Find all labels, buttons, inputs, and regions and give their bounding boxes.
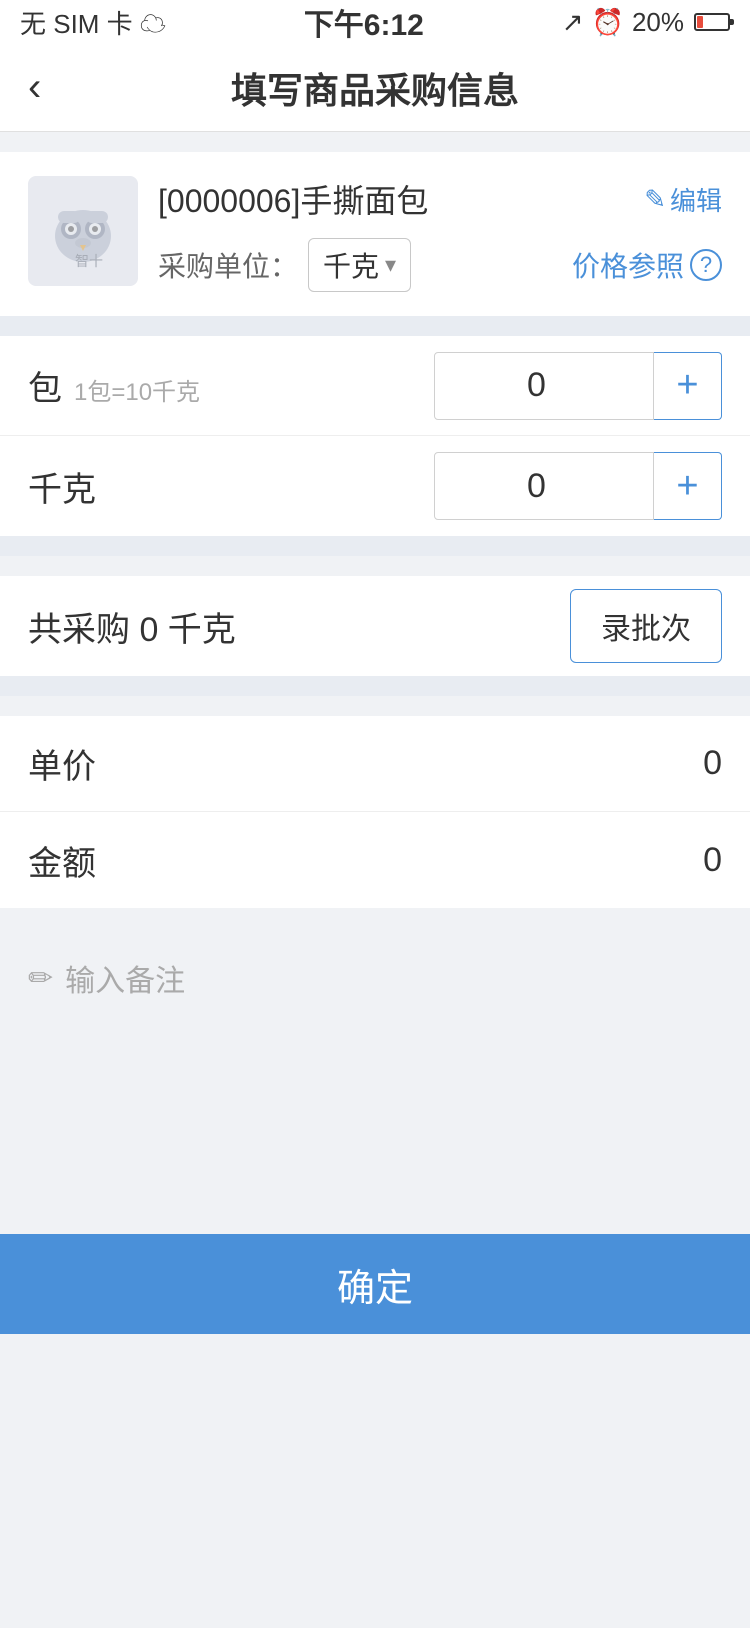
status-left: 无 SIM 卡 ☁ xyxy=(20,4,166,41)
unit-price-label: 单价 xyxy=(28,739,96,788)
edit-icon: ✎ xyxy=(644,184,666,215)
kg-input-control: + xyxy=(434,452,722,520)
amount-label: 金额 xyxy=(28,836,96,885)
notes-section[interactable]: ✏ 输入备注 xyxy=(0,928,750,1028)
nav-bar: ‹ 填写商品采购信息 xyxy=(0,44,750,132)
total-section: 共采购 0 千克 录批次 xyxy=(0,576,750,676)
product-info: [0000006]手撕面包 ✎ 编辑 采购单位： 千克 ▾ 价格参照 ? xyxy=(158,176,722,292)
price-ref-link[interactable]: 价格参照 ? xyxy=(572,245,722,285)
total-row: 共采购 0 千克 录批次 xyxy=(0,576,750,676)
divider-1 xyxy=(0,316,750,336)
kg-qty-input[interactable] xyxy=(434,452,654,520)
svg-text:智十: 智十 xyxy=(75,253,103,269)
purchase-unit-label: 采购单位： xyxy=(158,245,298,285)
kg-label: 千克 xyxy=(28,462,96,511)
price-ref-label: 价格参照 xyxy=(572,245,684,285)
status-bar: 无 SIM 卡 ☁ 下午6:12 ↗ ⏰ 20% xyxy=(0,0,750,44)
unit-value: 千克 xyxy=(323,245,379,285)
notes-placeholder: 输入备注 xyxy=(65,956,185,1000)
unit-select[interactable]: 千克 ▾ xyxy=(308,238,411,292)
quantity-input-section: 包 1包=10千克 + 千克 + xyxy=(0,336,750,536)
divider-3 xyxy=(0,676,750,696)
unit-price-value: 0 xyxy=(703,744,722,783)
status-right: ↗ ⏰ 20% xyxy=(562,7,730,38)
product-card: 智十 [0000006]手撕面包 ✎ 编辑 采购单位： 千克 ▾ 价格参照 ? xyxy=(0,152,750,316)
amount-value: 0 xyxy=(703,841,722,880)
battery-icon xyxy=(694,13,730,31)
kg-plus-button[interactable]: + xyxy=(654,452,722,520)
product-name: [0000006]手撕面包 xyxy=(158,176,428,222)
confirm-button[interactable]: 确定 xyxy=(0,1234,750,1334)
bao-qty-input[interactable] xyxy=(434,352,654,420)
unit-price-row: 单价 0 xyxy=(0,716,750,812)
help-icon: ? xyxy=(690,249,722,281)
location-icon: ↗ xyxy=(562,7,584,38)
price-section: 单价 0 金额 0 xyxy=(0,716,750,908)
kg-input-row: 千克 + xyxy=(0,436,750,536)
status-time: 下午6:12 xyxy=(304,0,424,44)
bao-label: 包 1包=10千克 xyxy=(28,361,200,410)
pencil-icon: ✏ xyxy=(28,961,53,996)
total-label: 共采购 0 千克 xyxy=(28,602,236,651)
edit-link[interactable]: ✎ 编辑 xyxy=(644,181,722,218)
record-batch-button[interactable]: 录批次 xyxy=(570,589,722,663)
owl-logo: 智十 xyxy=(43,191,123,271)
bao-sublabel: 1包=10千克 xyxy=(74,372,200,407)
divider-2 xyxy=(0,536,750,556)
bao-plus-button[interactable]: + xyxy=(654,352,722,420)
amount-row: 金额 0 xyxy=(0,812,750,908)
alarm-icon: ⏰ xyxy=(592,7,624,38)
back-button[interactable]: ‹ xyxy=(28,65,41,110)
page-title: 填写商品采购信息 xyxy=(231,62,519,114)
battery-text: 20% xyxy=(632,7,684,38)
unit-dropdown-arrow: ▾ xyxy=(385,252,396,278)
no-sim-text: 无 SIM 卡 ☁ xyxy=(20,4,166,41)
bao-input-control: + xyxy=(434,352,722,420)
product-image: 智十 xyxy=(28,176,138,286)
bao-input-row: 包 1包=10千克 + xyxy=(0,336,750,436)
